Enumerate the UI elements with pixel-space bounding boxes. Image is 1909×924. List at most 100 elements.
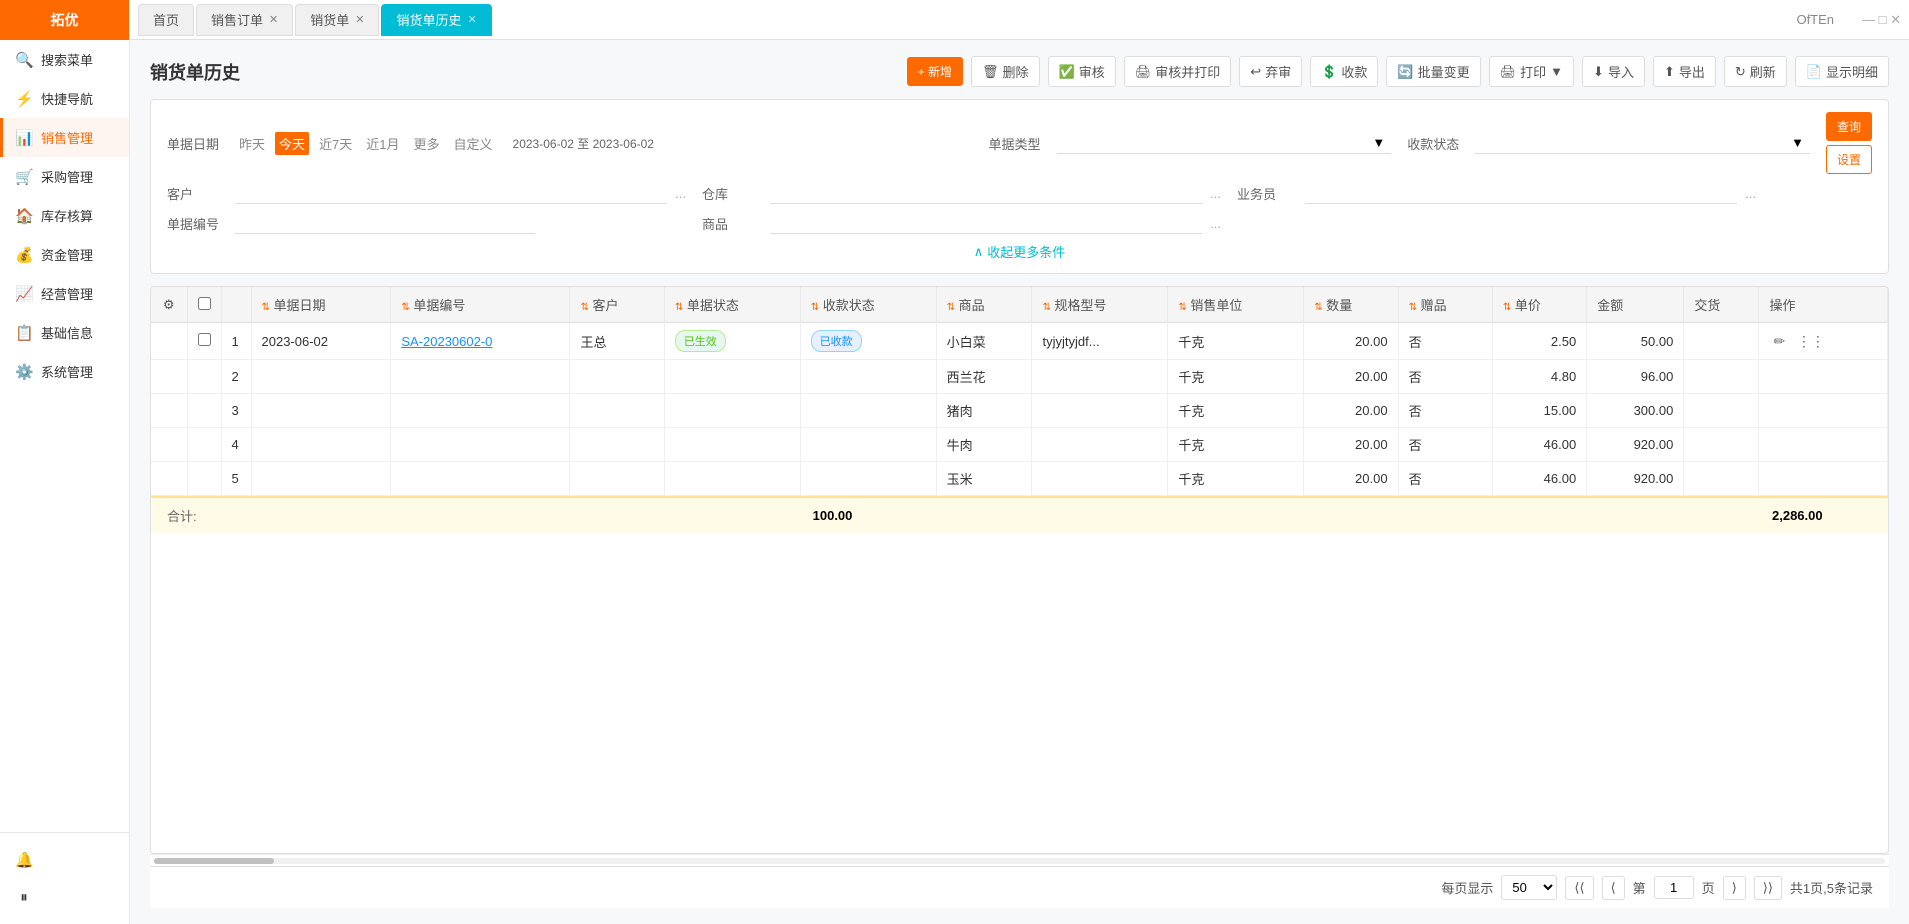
shortcut-yesterday[interactable]: 昨天: [235, 132, 269, 155]
qty-cell: 20.00: [1304, 428, 1398, 462]
tab-sales-order[interactable]: 销售订单 ✕: [196, 4, 293, 36]
col-seq: [221, 287, 251, 323]
tab-sales-delivery[interactable]: 销货单 ✕: [295, 4, 379, 36]
collect-status-cell: [800, 462, 936, 496]
sidebar-item-finance[interactable]: 💰 资金管理: [0, 235, 129, 274]
col-settings[interactable]: ⚙: [151, 287, 187, 323]
customer-more-icon[interactable]: ...: [675, 186, 686, 201]
delete-button[interactable]: 🗑 删除: [971, 56, 1040, 87]
goods-more-icon[interactable]: ...: [1210, 216, 1221, 231]
sidebar-item-inventory[interactable]: 🏠 库存核算: [0, 196, 129, 235]
doc-no-input[interactable]: [235, 212, 535, 234]
export-button[interactable]: ⬆ 导出: [1653, 56, 1716, 87]
tab-sales-history[interactable]: 销货单历史 ✕: [381, 4, 491, 36]
col-customer[interactable]: ⇅ 客户: [570, 287, 664, 323]
col-gift[interactable]: ⇅ 赠品: [1398, 287, 1492, 323]
prev-page-button[interactable]: ⟨: [1602, 876, 1625, 900]
first-page-button[interactable]: ⟨⟨: [1565, 876, 1593, 900]
sidebar-notification[interactable]: 🔔: [0, 841, 129, 879]
new-button[interactable]: + 新增: [907, 57, 963, 86]
settings-button[interactable]: 设置: [1826, 145, 1872, 174]
collapse-button[interactable]: ∧ 收起更多条件: [167, 242, 1872, 261]
warehouse-more-icon[interactable]: ...: [1210, 186, 1221, 201]
doc-type-select[interactable]: ▼: [1057, 132, 1392, 154]
delete-label: 删除: [1003, 62, 1029, 81]
chevron-down-icon: ▼: [1791, 135, 1804, 150]
audit-button[interactable]: ✅ 审核: [1048, 56, 1116, 87]
horizontal-scrollbar[interactable]: [150, 854, 1889, 866]
col-goods[interactable]: ⇅ 商品: [936, 287, 1032, 323]
col-qty[interactable]: ⇅ 数量: [1304, 287, 1398, 323]
close-icon[interactable]: ✕: [355, 13, 364, 26]
salesman-input[interactable]: [1305, 182, 1737, 204]
main-table: ⚙ ⇅ 单据日期 ⇅ 单据编号 ⇅ 客户 ⇅ 单据状态 ⇅ 收款状态 ⇅ 商品 …: [151, 287, 1888, 496]
sidebar-item-base-info[interactable]: 📋 基础信息: [0, 313, 129, 352]
doc-status-cell: [664, 394, 800, 428]
shortcut-7days[interactable]: 近7天: [315, 132, 356, 155]
tab-home[interactable]: 首页: [138, 4, 194, 36]
page-size-select[interactable]: 10 20 50 100: [1501, 875, 1557, 900]
goods-input[interactable]: [770, 212, 1202, 234]
col-spec[interactable]: ⇅ 规格型号: [1032, 287, 1168, 323]
scrollbar-thumb[interactable]: [154, 858, 274, 864]
more-action-button[interactable]: ⋮⋮: [1793, 331, 1829, 351]
col-unit[interactable]: ⇅ 销售单位: [1168, 287, 1304, 323]
row-checkbox[interactable]: [198, 333, 211, 346]
shortcut-today[interactable]: 今天: [275, 132, 309, 155]
doc-status-badge: 已生效: [675, 330, 726, 352]
filter-row-3: 单据编号 商品 ...: [167, 212, 1872, 234]
sidebar-bottom: 🔔 ⏸: [0, 832, 129, 924]
doc-status-cell: [664, 428, 800, 462]
collect-button[interactable]: 💲 收款: [1310, 56, 1378, 87]
customer-cell: [570, 428, 664, 462]
salesman-more-icon[interactable]: ...: [1745, 186, 1756, 201]
unit-price-cell: 2.50: [1492, 323, 1586, 360]
doc-status-cell: [664, 360, 800, 394]
spec-cell: [1032, 428, 1168, 462]
sidebar-item-quick-nav[interactable]: ⚡ 快捷导航: [0, 79, 129, 118]
sidebar-item-label: 采购管理: [41, 167, 93, 186]
query-button[interactable]: 查询: [1826, 112, 1872, 141]
shortcut-1month[interactable]: 近1月: [362, 132, 403, 155]
col-unit-price[interactable]: ⇅ 单价: [1492, 287, 1586, 323]
tab-sales-history-label: 销货单历史: [396, 10, 461, 29]
shortcut-custom[interactable]: 自定义: [450, 132, 497, 155]
page-number-input[interactable]: [1654, 876, 1694, 899]
batch-change-button[interactable]: 🔄 批量变更: [1386, 56, 1480, 87]
print-button[interactable]: 🖨 打印 ▼: [1489, 56, 1574, 87]
col-doc-date[interactable]: ⇅ 单据日期: [251, 287, 391, 323]
sidebar-pause[interactable]: ⏸: [0, 879, 129, 916]
close-icon[interactable]: ✕: [269, 13, 278, 26]
next-page-button[interactable]: ⟩: [1723, 876, 1746, 900]
doc-status-cell: 已生效: [664, 323, 800, 360]
customer-input[interactable]: [235, 182, 667, 204]
col-amount: 金额: [1587, 287, 1684, 323]
select-all-checkbox[interactable]: [198, 297, 211, 310]
collect-status-select[interactable]: ▼: [1475, 132, 1810, 154]
table-body: 1 2023-06-02 SA-20230602-0 王总 已生效 已收款 小白…: [151, 323, 1888, 496]
page-content: 销货单历史 + 新增 🗑 删除 ✅ 审核 🖨 审核并打印 ↩ 弃审: [130, 40, 1909, 924]
col-collect-status[interactable]: ⇅ 收款状态: [800, 287, 936, 323]
pagination-bar: 每页显示 10 20 50 100 ⟨⟨ ⟨ 第 页 ⟩ ⟩⟩ 共1页,5条记录: [150, 866, 1889, 908]
abandon-button[interactable]: ↩ 弃审: [1239, 56, 1302, 87]
close-icon[interactable]: ✕: [468, 13, 477, 26]
sidebar-item-purchase[interactable]: 🛒 采购管理: [0, 157, 129, 196]
sidebar-item-operations[interactable]: 📈 经营管理: [0, 274, 129, 313]
sidebar-item-system[interactable]: ⚙️ 系统管理: [0, 352, 129, 391]
sidebar-item-label: 销售管理: [41, 128, 93, 147]
shortcut-more[interactable]: 更多: [410, 132, 444, 155]
sort-icon: ⇅: [262, 302, 270, 313]
import-button[interactable]: ⬇ 导入: [1582, 56, 1645, 87]
doc-no-cell: SA-20230602-0: [391, 323, 570, 360]
col-doc-status[interactable]: ⇅ 单据状态: [664, 287, 800, 323]
doc-no-link[interactable]: SA-20230602-0: [401, 334, 492, 349]
col-doc-no[interactable]: ⇅ 单据编号: [391, 287, 570, 323]
last-page-button[interactable]: ⟩⟩: [1754, 876, 1782, 900]
warehouse-input[interactable]: [770, 182, 1202, 204]
show-detail-button[interactable]: 📄 显示明细: [1795, 56, 1889, 87]
sidebar-item-search[interactable]: 🔍 搜索菜单: [0, 40, 129, 79]
audit-print-button[interactable]: 🖨 审核并打印: [1124, 56, 1232, 87]
edit-action-button[interactable]: ✏: [1769, 331, 1789, 351]
sidebar-item-sales[interactable]: 📊 销售管理: [0, 118, 129, 157]
refresh-button[interactable]: ↻ 刷新: [1724, 56, 1787, 87]
